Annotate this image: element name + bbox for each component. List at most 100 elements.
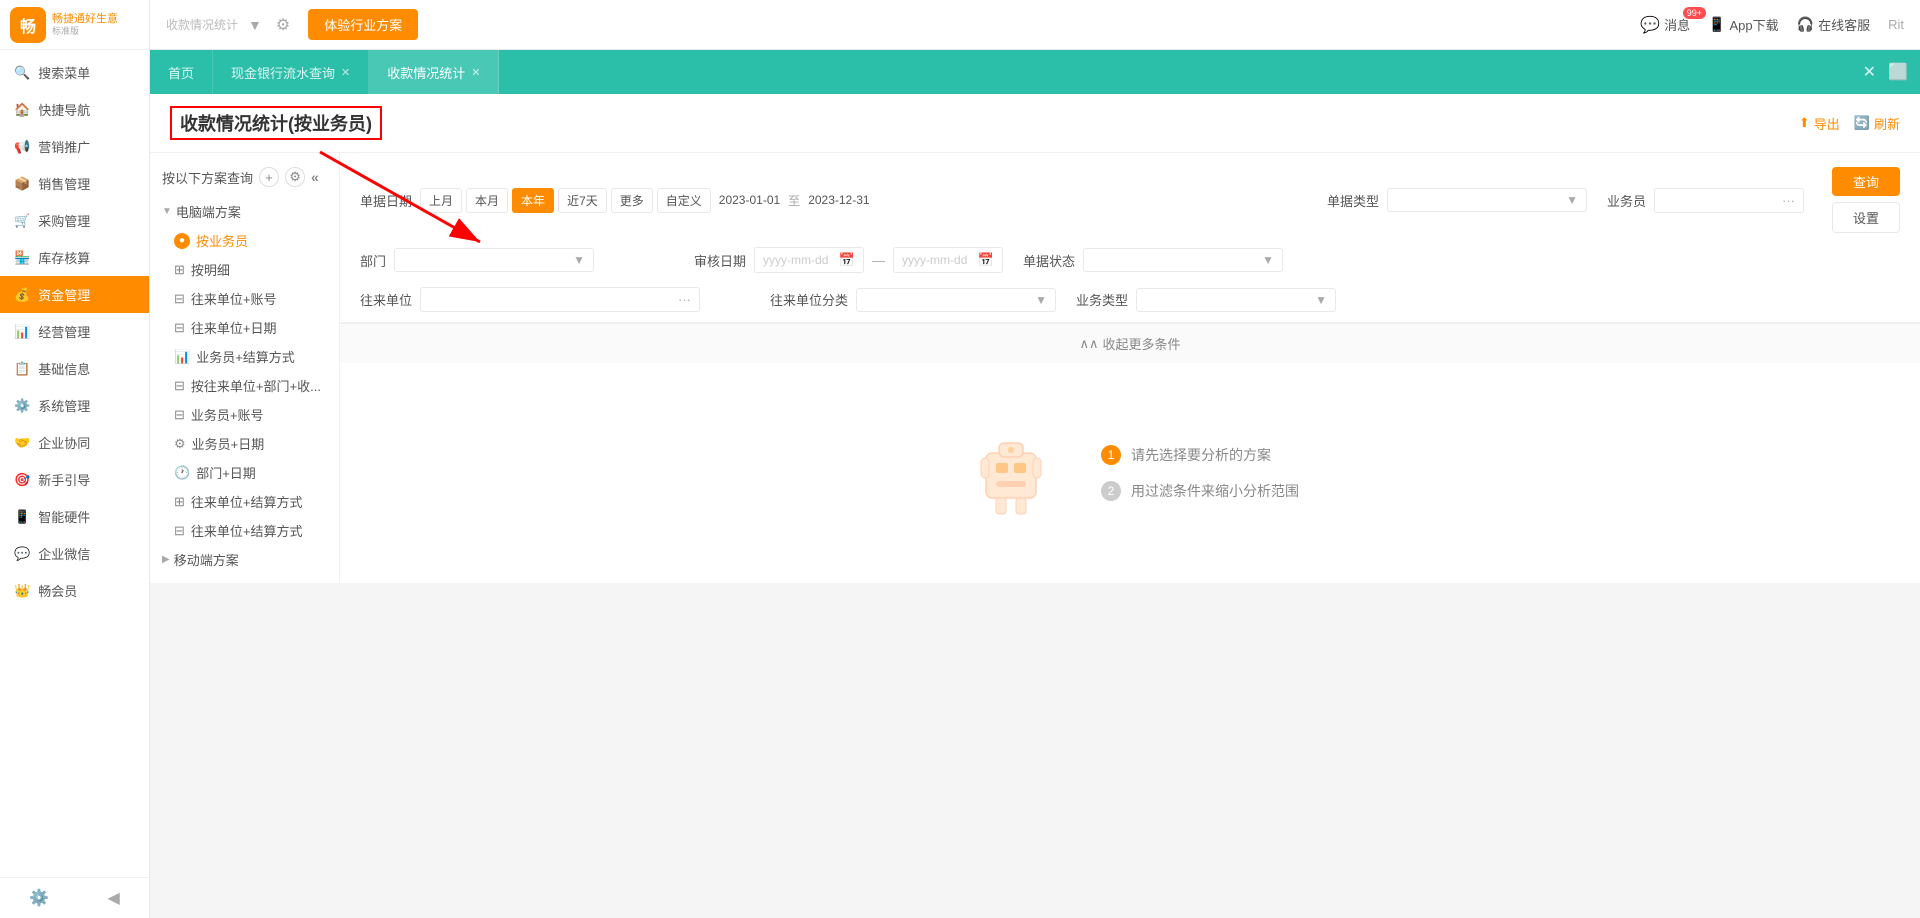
salesperson-settle-icon: 📊 <box>174 349 190 365</box>
pc-group-header[interactable]: ▼ 电脑端方案 <box>150 197 339 226</box>
purchase-icon: 🛒 <box>14 213 30 229</box>
logo-text-group: 畅捷通好生意 标准版 <box>52 12 118 38</box>
bank-tab-label: 现金银行流水查询 <box>231 63 335 82</box>
salesperson-more-btn[interactable]: ··· <box>1782 193 1795 208</box>
export-btn[interactable]: ⬆ 导出 <box>1799 114 1840 133</box>
scheme-panel-header: 按以下方案查询 + ⚙ « <box>150 161 339 193</box>
scheme-item-dept-date[interactable]: 🕐 部门+日期 <box>150 458 339 487</box>
tab-receipt[interactable]: 收款情况统计 ✕ <box>369 50 499 94</box>
tip-num-2: 2 <box>1101 481 1121 501</box>
scheme-item-salesperson-settle[interactable]: 📊 业务员+结算方式 <box>150 342 339 371</box>
sidebar-footer: ⚙️ ◀ <box>0 877 149 918</box>
query-btn[interactable]: 查询 <box>1832 167 1900 196</box>
calendar-icon-from[interactable]: 📅 <box>839 252 855 268</box>
refresh-btn[interactable]: 🔄 刷新 <box>1854 114 1900 133</box>
filter-row-2: 部门 ▼ 审核日期 yyyy-mm-dd 📅 <box>360 247 1900 273</box>
sidebar-item-wechat[interactable]: 💬 企业微信 <box>0 535 149 572</box>
sidebar-item-system[interactable]: ⚙️ 系统管理 <box>0 387 149 424</box>
receipt-tab-label: 收款情况统计 <box>387 63 465 82</box>
date-btn-this-month[interactable]: 本月 <box>466 188 508 213</box>
tab-bank[interactable]: 现金银行流水查询 ✕ <box>213 50 369 94</box>
sidebar-item-sales[interactable]: 📦 销售管理 <box>0 165 149 202</box>
mobile-group-header[interactable]: ▶ 移动端方案 <box>150 545 339 574</box>
sidebar-item-marketing[interactable]: 📢 营销推广 <box>0 128 149 165</box>
sidebar-item-label: 新手引导 <box>38 470 90 489</box>
scheme-item-partner-account[interactable]: ⊟ 往来单位+账号 <box>150 284 339 313</box>
date-options-group: 上月 本月 本年 近7天 更多 自定义 <box>420 188 711 213</box>
logo-badge: 标准版 <box>52 26 118 38</box>
doc-type-arrow: ▼ <box>1566 193 1578 207</box>
review-to-input[interactable]: yyyy-mm-dd 📅 <box>893 247 1003 273</box>
pc-group-arrow: ▼ <box>162 206 172 217</box>
salesperson-select[interactable]: ··· <box>1654 188 1804 213</box>
date-btn-7days[interactable]: 近7天 <box>558 188 607 213</box>
date-btn-custom[interactable]: 自定义 <box>657 188 711 213</box>
user-name[interactable]: Rit <box>1888 17 1904 32</box>
partner-more-icon[interactable]: ··· <box>678 292 691 307</box>
scheme-collapse-btn[interactable]: « <box>311 169 319 185</box>
detail-scheme-icon: ⊞ <box>174 262 185 278</box>
sidebar-item-purchase[interactable]: 🛒 采购管理 <box>0 202 149 239</box>
page-header: 收款情况统计(按业务员) ⬆ 导出 🔄 刷新 <box>150 94 1920 153</box>
biz-type-label: 业务类型 <box>1076 290 1128 309</box>
receipt-tab-close[interactable]: ✕ <box>471 66 480 79</box>
partner-category-select[interactable]: ▼ <box>856 288 1056 312</box>
sidebar-item-enterprise[interactable]: 🤝 企业协同 <box>0 424 149 461</box>
service-label: 在线客服 <box>1818 15 1870 34</box>
sidebar-item-finance[interactable]: 💰 资金管理 <box>0 276 149 313</box>
app-download-btn[interactable]: 📱 App下载 <box>1708 15 1779 34</box>
sidebar-item-guide[interactable]: 🎯 新手引导 <box>0 461 149 498</box>
dept-select[interactable]: ▼ <box>394 248 594 272</box>
calendar-icon-to[interactable]: 📅 <box>978 252 994 268</box>
date-btn-this-year[interactable]: 本年 <box>512 188 554 213</box>
scheme-item-partner-date[interactable]: ⊟ 往来单位+日期 <box>150 313 339 342</box>
doc-status-select[interactable]: ▼ <box>1083 248 1283 272</box>
sidebar-item-operation[interactable]: 📊 经营管理 <box>0 313 149 350</box>
sidebar-item-hardware[interactable]: 📱 智能硬件 <box>0 498 149 535</box>
finance-icon: 💰 <box>14 287 30 303</box>
partner-date-icon: ⊟ <box>174 320 185 336</box>
breadcrumb-dropdown-icon[interactable]: ▼ <box>248 17 262 33</box>
date-btn-more[interactable]: 更多 <box>611 188 653 213</box>
sidebar-item-search[interactable]: 🔍 搜索菜单 <box>0 54 149 91</box>
footer-collapse-icon[interactable]: ◀ <box>107 888 119 908</box>
empty-robot-illustration <box>961 423 1061 523</box>
member-icon: 👑 <box>14 583 30 599</box>
scheme-add-btn[interactable]: + <box>259 167 279 187</box>
message-btn[interactable]: 💬 消息 99+ <box>1640 15 1690 35</box>
biz-type-filter: 业务类型 ▼ <box>1076 288 1336 312</box>
service-btn[interactable]: 🎧 在线客服 <box>1797 15 1870 34</box>
settings-btn[interactable]: 设置 <box>1832 202 1900 233</box>
sidebar-item-quick[interactable]: 🏠 快捷导航 <box>0 91 149 128</box>
scheme-item-salesperson-account[interactable]: ⊟ 业务员+账号 <box>150 400 339 429</box>
review-from-input[interactable]: yyyy-mm-dd 📅 <box>754 247 864 273</box>
scheme-item-by-salesperson[interactable]: ● 按业务员 <box>150 226 339 255</box>
tabbar-close-icon[interactable]: ✕ <box>1863 62 1876 82</box>
partner-input[interactable]: ··· <box>420 287 700 312</box>
scheme-item-salesperson-date[interactable]: ⚙ 业务员+日期 <box>150 429 339 458</box>
review-date-label: 审核日期 <box>694 251 746 270</box>
sidebar-item-member[interactable]: 👑 畅会员 <box>0 572 149 609</box>
footer-settings-icon[interactable]: ⚙️ <box>29 888 49 908</box>
pc-group: ▼ 电脑端方案 ● 按业务员 ⊞ 按明细 ⊟ 往来单位+账号 <box>150 197 339 545</box>
scheme-item-by-detail[interactable]: ⊞ 按明细 <box>150 255 339 284</box>
sidebar-item-basic[interactable]: 📋 基础信息 <box>0 350 149 387</box>
sidebar-item-inventory[interactable]: 🏪 库存核算 <box>0 239 149 276</box>
scheme-settings-btn[interactable]: ⚙ <box>285 167 305 187</box>
tabbar-maximize-icon[interactable]: ⬜ <box>1888 62 1908 82</box>
main-area: 收款情况统计 ▼ ⚙ 体验行业方案 💬 消息 99+ 📱 App下载 🎧 在线客… <box>150 0 1920 918</box>
scheme-item-partner-dept[interactable]: ⊟ 按往来单位+部门+收... <box>150 371 339 400</box>
inventory-icon: 🏪 <box>14 250 30 266</box>
biz-type-select[interactable]: ▼ <box>1136 288 1336 312</box>
topbar-right: 💬 消息 99+ 📱 App下载 🎧 在线客服 Rit <box>1640 15 1904 35</box>
tab-home[interactable]: 首页 <box>150 50 213 94</box>
collapse-bar[interactable]: ∧∧ 收起更多条件 <box>340 323 1920 363</box>
doc-type-select[interactable]: ▼ <box>1387 188 1587 212</box>
trial-btn[interactable]: 体验行业方案 <box>308 9 418 40</box>
bank-tab-close[interactable]: ✕ <box>341 66 350 79</box>
scheme-item-partner-settle1[interactable]: ⊞ 往来单位+结算方式 <box>150 487 339 516</box>
scheme-item-partner-settle2[interactable]: ⊟ 往来单位+结算方式 <box>150 516 339 545</box>
scheme-item-label: 往来单位+账号 <box>191 289 277 308</box>
topbar-settings-icon[interactable]: ⚙ <box>276 15 290 35</box>
date-btn-last-month[interactable]: 上月 <box>420 188 462 213</box>
